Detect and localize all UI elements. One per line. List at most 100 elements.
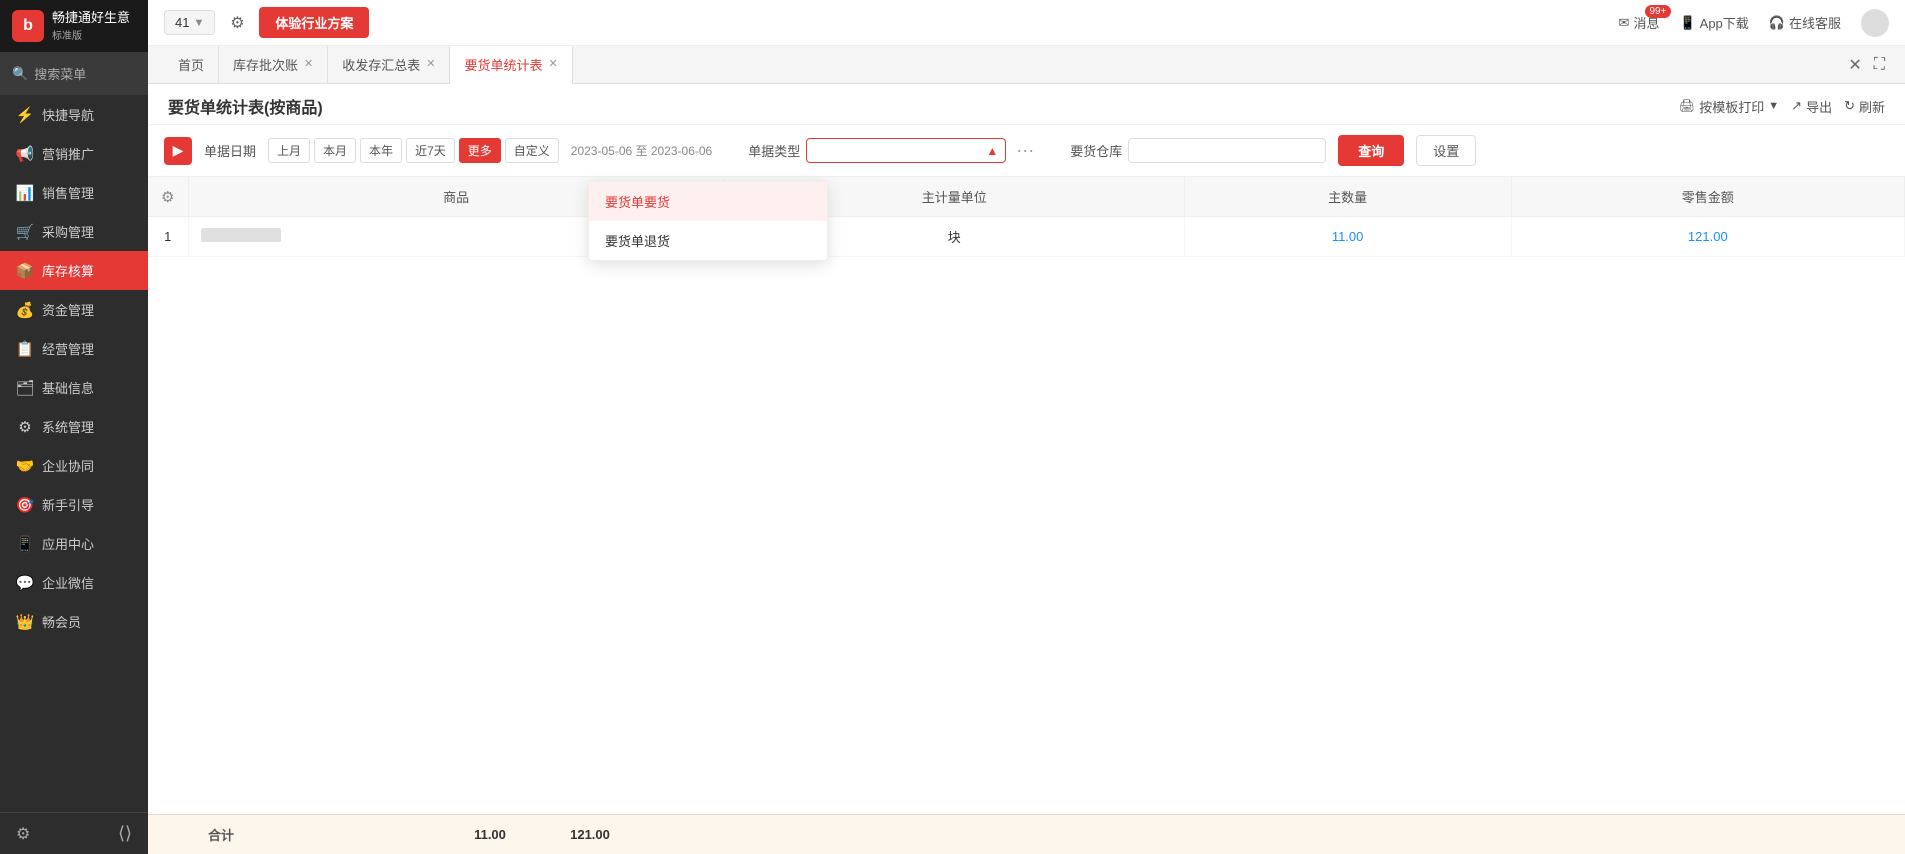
filter-more-dots[interactable]: ··· [1016,140,1034,161]
sidebar-settings-icon[interactable]: ⚙ [16,824,30,844]
system-icon: ⚙ [16,418,34,436]
settings-config-button[interactable]: 设置 [1416,135,1476,166]
user-avatar[interactable] [1861,9,1889,37]
trial-button[interactable]: 体验行业方案 [259,7,369,38]
headset-icon: 🎧 [1769,15,1785,31]
export-icon: ↗ [1791,98,1802,114]
warehouse-input[interactable] [1128,138,1326,163]
sidebar-item-vip[interactable]: 👑 畅会员 [0,602,148,641]
refresh-icon: ↻ [1844,98,1855,114]
sidebar-item-label: 系统管理 [42,417,94,436]
th-amount: 零售金额 [1511,177,1904,217]
topbar: 41 ▼ ⚙ 体验行业方案 ✉ 消息 99+ 📱 App下载 🎧 在线客服 [148,0,1905,46]
table-footer: 合计 11.00 121.00 [148,814,1905,854]
sidebar-item-basic[interactable]: 🗂 基础信息 [0,368,148,407]
sidebar-item-quick-nav[interactable]: ⚡ 快捷导航 [0,95,148,134]
filter-bar: ▶ 单据日期 上月 本月 本年 近7天 更多 自定义 2023-05-06 至 … [148,125,1905,177]
date-last-month-button[interactable]: 上月 [268,138,310,163]
th-settings[interactable]: ⚙ [148,177,188,217]
sidebar-item-system[interactable]: ⚙ 系统管理 [0,407,148,446]
filter-toggle-button[interactable]: ▶ [164,137,192,165]
basic-icon: 🗂 [16,379,34,397]
tab-fullscreen-button[interactable]: ⛶ [1870,56,1889,74]
tab-collect-summary[interactable]: 收发存汇总表 ✕ [328,46,450,84]
row-amount: 121.00 [1511,217,1904,257]
chevron-down-icon: ▼ [193,17,204,29]
row-qty: 11.00 [1184,217,1511,257]
sidebar-item-label: 基础信息 [42,378,94,397]
enterprise-icon: 🤝 [16,457,34,475]
date-range-display: 2023-05-06 至 2023-06-06 [571,142,712,159]
sidebar-search-area[interactable]: 🔍 搜索菜单 [0,52,148,95]
sidebar-item-label: 畅会员 [42,612,81,631]
order-type-select[interactable]: 要货单要货 要货单退货 [806,138,1006,163]
tab-close-order-stats[interactable]: ✕ [549,59,558,70]
tab-expand-area: ✕ ⛶ [1844,55,1889,75]
date-custom-button[interactable]: 自定义 [505,138,559,163]
sidebar-item-purchase[interactable]: 🛒 采购管理 [0,212,148,251]
tab-expand-button[interactable]: ✕ [1844,55,1865,75]
settings-icon[interactable]: ⚙ [161,189,174,206]
tab-inventory-batch[interactable]: 库存批次账 ✕ [219,46,328,84]
wechat-work-icon: 💬 [16,574,34,592]
search-menu-button[interactable]: 🔍 搜索菜单 [12,60,136,87]
message-icon: ✉ [1619,15,1630,31]
sidebar-bottom: ⚙ ⟨⟩ [0,812,148,854]
tab-close-inventory-batch[interactable]: ✕ [304,59,313,70]
date-more-button[interactable]: 更多 [459,138,501,163]
dropdown-item-order-return[interactable]: 要货单退货 [589,221,827,260]
sidebar-item-newbie[interactable]: 🎯 新手引导 [0,485,148,524]
sidebar-collapse-icon[interactable]: ⟨⟩ [118,823,132,844]
sidebar-item-inventory[interactable]: 📦 库存核算 [0,251,148,290]
store-name: 41 [175,15,189,30]
export-button[interactable]: ↗ 导出 [1791,97,1832,116]
app-download-action[interactable]: 📱 App下载 [1679,13,1748,32]
refresh-button[interactable]: ↻ 刷新 [1844,97,1885,116]
topbar-left: 41 ▼ ⚙ 体验行业方案 [164,7,1607,38]
dropdown-item-order-goods[interactable]: 要货单要货 [589,182,827,221]
logo-sub: 标准版 [52,27,130,42]
tabs-bar: 首页 库存批次账 ✕ 收发存汇总表 ✕ 要货单统计表 ✕ ✕ ⛶ [148,46,1905,84]
th-qty: 主数量 [1184,177,1511,217]
sidebar-item-finance[interactable]: 💰 资金管理 [0,290,148,329]
topbar-settings-button[interactable]: ⚙ [223,9,251,37]
sidebar-item-operations[interactable]: 📋 经营管理 [0,329,148,368]
tab-order-stats[interactable]: 要货单统计表 ✕ [450,46,572,84]
online-service-label: 在线客服 [1789,13,1841,32]
sidebar-item-enterprise[interactable]: 🤝 企业协同 [0,446,148,485]
sidebar-item-label: 快捷导航 [42,105,94,124]
date-this-month-button[interactable]: 本月 [314,138,356,163]
print-template-button[interactable]: 🖨 按模板打印 ▼ [1679,97,1779,116]
search-menu-label: 搜索菜单 [34,64,86,83]
sidebar-nav: ⚡ 快捷导航 📢 营销推广 📊 销售管理 🛒 采购管理 📦 库存核算 💰 资金管… [0,95,148,812]
date-last-7days-button[interactable]: 近7天 [406,138,455,163]
vip-icon: 👑 [16,613,34,631]
sidebar-item-sales[interactable]: 📊 销售管理 [0,173,148,212]
tab-home[interactable]: 首页 [164,46,219,84]
sidebar-item-appstore[interactable]: 📱 应用中心 [0,524,148,563]
query-button[interactable]: 查询 [1338,135,1404,166]
page-title: 要货单统计表(按商品) [168,94,323,118]
sidebar-item-marketing[interactable]: 📢 营销推广 [0,134,148,173]
sidebar-item-wechat-work[interactable]: 💬 企业微信 [0,563,148,602]
warehouse-group: 要货仓库 [1070,138,1326,163]
tab-close-collect-summary[interactable]: ✕ [426,59,435,70]
sidebar-item-label: 采购管理 [42,222,94,241]
topbar-right: ✉ 消息 99+ 📱 App下载 🎧 在线客服 [1619,9,1889,37]
sidebar-item-label: 企业微信 [42,573,94,592]
online-service-action[interactable]: 🎧 在线客服 [1769,13,1841,32]
print-label: 按模板打印 [1699,97,1764,116]
footer-qty: 11.00 [440,827,540,842]
order-type-select-wrapper: 要货单要货 要货单退货 ▲ [806,138,1006,163]
sales-icon: 📊 [16,184,34,202]
footer-amount: 121.00 [540,827,640,842]
tab-home-label: 首页 [178,55,204,74]
inventory-icon: 📦 [16,262,34,280]
sidebar-item-label: 企业协同 [42,456,94,475]
main-area: 41 ▼ ⚙ 体验行业方案 ✉ 消息 99+ 📱 App下载 🎧 在线客服 [148,0,1905,854]
messages-action[interactable]: ✉ 消息 99+ [1619,13,1660,32]
store-selector[interactable]: 41 ▼ [164,10,215,35]
date-this-year-button[interactable]: 本年 [360,138,402,163]
data-table: ⚙ 商品 主计量单位 主数量 零售金额 1 块 [148,177,1905,257]
purchase-icon: 🛒 [16,223,34,241]
